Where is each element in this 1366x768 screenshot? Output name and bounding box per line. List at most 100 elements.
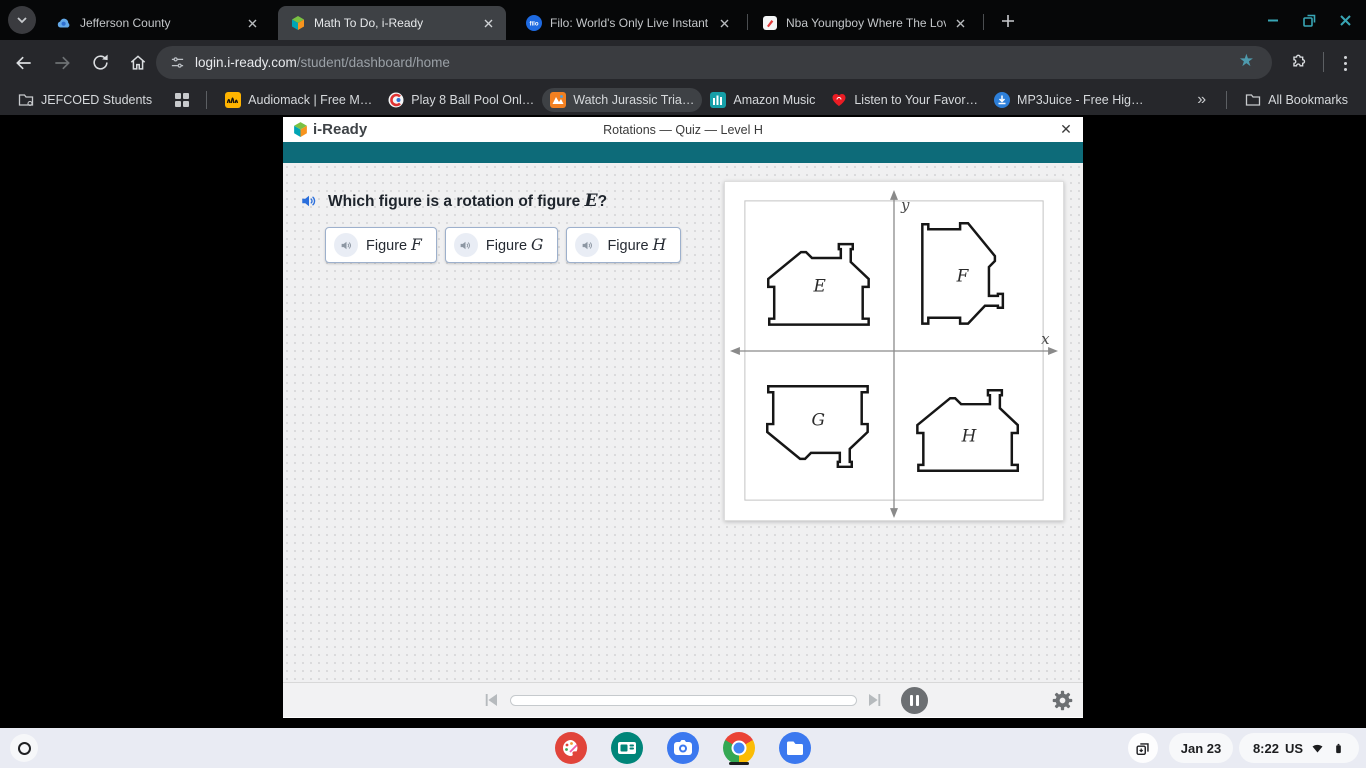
iready-cube-icon — [290, 15, 306, 31]
bookmarks-overflow-chevron[interactable]: » — [1197, 91, 1206, 109]
bookmark-label: Audiomack | Free M… — [248, 93, 373, 107]
apps-grid-button[interactable] — [174, 92, 190, 108]
close-window-button[interactable] — [1336, 11, 1354, 29]
bookmark-label: Play 8 Ball Pool Onl… — [411, 93, 535, 107]
bookmark-label: MP3Juice - Free Hig… — [1017, 93, 1144, 107]
active-app-indicator — [729, 762, 749, 765]
home-button[interactable] — [124, 49, 152, 77]
tab-nba-youngboy[interactable]: Nba Youngboy Where The Love — [750, 6, 978, 40]
back-arrow-icon — [16, 56, 31, 69]
tab-search-button[interactable] — [8, 6, 36, 34]
all-bookmarks-label: All Bookmarks — [1268, 93, 1348, 107]
question-text: Which figure is a rotation of figure E? — [328, 191, 608, 211]
skip-back-icon — [485, 694, 497, 706]
tab-iready[interactable]: Math To Do, i-Ready — [278, 6, 506, 40]
camera-app-icon[interactable] — [667, 732, 699, 764]
skip-forward-button[interactable] — [866, 691, 884, 714]
locale-label: US — [1284, 740, 1304, 756]
answer-figure-g[interactable]: Figure G — [444, 227, 559, 263]
new-tab-button[interactable] — [996, 9, 1020, 33]
gallery-app-icon[interactable] — [611, 732, 643, 764]
bookmark-jefcoed-students[interactable]: JEFCOED Students — [10, 88, 160, 112]
back-button[interactable] — [10, 49, 38, 77]
bookmark-label: Watch Jurassic Tria… — [573, 93, 695, 107]
status-tray[interactable]: 8:22 US — [1239, 733, 1359, 763]
answer-audio-button[interactable] — [453, 233, 478, 257]
screen-capture-icon — [1136, 743, 1149, 756]
bookmark-watch-jurassic[interactable]: Watch Jurassic Tria… — [542, 88, 703, 112]
shelf-apps — [555, 732, 811, 764]
bookmark-iheart[interactable]: Listen to Your Favor… — [823, 88, 986, 112]
speaker-icon — [302, 195, 316, 207]
svg-text:filo: filo — [530, 22, 539, 28]
tab-title: Jefferson County — [80, 16, 171, 30]
settings-button[interactable] — [1051, 689, 1074, 712]
minimize-icon — [1268, 19, 1278, 22]
managed-folder-icon — [18, 94, 34, 107]
filo-icon: filo — [526, 15, 542, 31]
chrome-app-icon[interactable] — [723, 732, 755, 764]
bookmark-mp3juice[interactable]: MP3Juice - Free Hig… — [986, 88, 1151, 112]
files-app-icon[interactable] — [779, 732, 811, 764]
launcher-button[interactable] — [10, 734, 38, 762]
teal-banner — [283, 142, 1083, 163]
bookmark-amazon-music[interactable]: Amazon Music — [702, 88, 823, 112]
figure-panel: y x E F G H — [724, 181, 1064, 521]
window-controls — [1264, 0, 1366, 40]
amazon-music-icon — [710, 92, 727, 108]
quiz-close-button[interactable]: ✕ — [1057, 120, 1075, 138]
tab-filo[interactable]: filo Filo: World's Only Live Instant T — [514, 6, 742, 40]
pause-button[interactable] — [901, 687, 928, 714]
bookmarks-divider — [206, 91, 208, 109]
url-host: login.i-ready.com — [195, 55, 297, 70]
answer-audio-button[interactable] — [334, 233, 358, 257]
skip-back-button[interactable] — [482, 691, 500, 714]
answer-figure-f[interactable]: Figure F — [325, 227, 437, 263]
canvas-app-icon[interactable] — [555, 732, 587, 764]
extensions-button[interactable] — [1290, 50, 1309, 74]
progress-bar[interactable] — [510, 695, 857, 706]
site-info-icon[interactable] — [170, 55, 185, 70]
answer-label: Figure H — [607, 236, 667, 254]
plus-icon — [1002, 15, 1014, 27]
audiomack-icon — [225, 92, 242, 108]
eight-ball-icon — [388, 92, 404, 108]
restore-button[interactable] — [1300, 11, 1318, 29]
tab-close-icon[interactable] — [716, 15, 732, 31]
answer-figure-h[interactable]: Figure H — [566, 227, 682, 263]
coordinate-plane-figure: y x E F G H — [729, 189, 1059, 519]
bookmark-audiomack[interactable]: Audiomack | Free M… — [217, 88, 380, 112]
date-button[interactable]: Jan 23 — [1169, 733, 1233, 763]
quiz-title: Rotations — Quiz — Level H — [603, 122, 763, 137]
forward-button[interactable] — [48, 49, 76, 77]
figure-f-label: F — [956, 265, 970, 285]
wifi-icon — [1312, 744, 1323, 752]
bookmark-8ball-pool[interactable]: Play 8 Ball Pool Onl… — [380, 88, 542, 112]
battery-icon — [1336, 743, 1341, 753]
all-bookmarks-button[interactable]: All Bookmarks — [1237, 88, 1356, 112]
question-audio-button[interactable] — [300, 192, 318, 210]
tab-title: Filo: World's Only Live Instant T — [550, 16, 710, 30]
figure-g-label: G — [811, 410, 825, 430]
tab-separator — [983, 14, 984, 30]
minimize-button[interactable] — [1264, 11, 1282, 29]
tab-close-icon[interactable] — [480, 15, 496, 31]
bookmark-star-icon[interactable]: ★ — [1239, 51, 1254, 71]
bookmark-label: Listen to Your Favor… — [854, 93, 979, 107]
iready-header: i-Ready Rotations — Quiz — Level H ✕ — [283, 117, 1083, 142]
x-axis-label: x — [1041, 330, 1050, 348]
address-bar[interactable]: login.i-ready.com/student/dashboard/home… — [156, 46, 1272, 79]
reload-button[interactable] — [86, 49, 114, 77]
tab-strip: Jefferson County Math To Do, i-Ready fil… — [0, 0, 1366, 40]
reload-icon — [92, 54, 108, 70]
bookmarks-bar: JEFCOED Students Audiomack | Free M… Pla… — [0, 85, 1366, 115]
tab-jefferson-county[interactable]: Jefferson County — [44, 6, 270, 40]
browser-toolbar: login.i-ready.com/student/dashboard/home… — [0, 40, 1366, 85]
browser-menu-button[interactable] — [1332, 50, 1358, 76]
tab-close-icon[interactable] — [244, 15, 260, 31]
lyrics-doc-icon — [762, 15, 778, 31]
forward-arrow-icon — [55, 56, 70, 69]
screen-capture-button[interactable] — [1128, 733, 1158, 763]
tab-close-icon[interactable] — [952, 15, 968, 31]
answer-audio-button[interactable] — [575, 233, 600, 257]
